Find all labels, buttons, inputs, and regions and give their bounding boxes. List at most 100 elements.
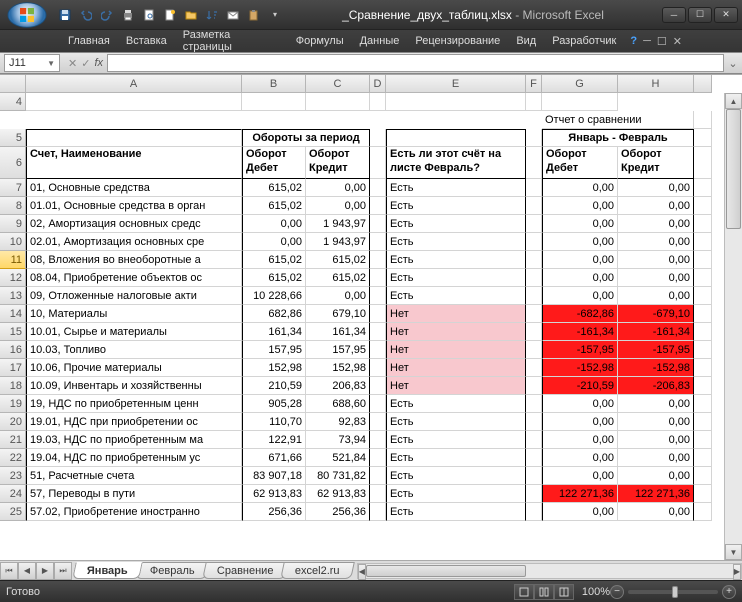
row-header[interactable]: 23: [0, 467, 26, 485]
cell[interactable]: [370, 413, 386, 431]
zoom-in-icon[interactable]: +: [722, 585, 736, 599]
mdi-close-icon[interactable]: ✕: [673, 35, 682, 48]
close-button[interactable]: ✕: [714, 7, 738, 23]
cell[interactable]: -157,95: [542, 341, 618, 359]
cell[interactable]: [526, 269, 542, 287]
header-cell[interactable]: [526, 147, 542, 179]
cell[interactable]: 0,00: [542, 431, 618, 449]
cell[interactable]: 10.03, Топливо: [26, 341, 242, 359]
cell[interactable]: [526, 233, 542, 251]
horizontal-scrollbar[interactable]: ◀ ▶: [357, 563, 742, 579]
cell[interactable]: 02, Амортизация основных средс: [26, 215, 242, 233]
cell[interactable]: 0,00: [618, 233, 694, 251]
cell[interactable]: [526, 251, 542, 269]
cell[interactable]: 0,00: [618, 413, 694, 431]
cell[interactable]: [526, 377, 542, 395]
cell[interactable]: [242, 93, 306, 111]
cell[interactable]: [386, 93, 526, 111]
cell[interactable]: 615,02: [306, 251, 370, 269]
cell[interactable]: 122,91: [242, 431, 306, 449]
header-cell[interactable]: [370, 147, 386, 179]
cell[interactable]: -161,34: [618, 323, 694, 341]
cell[interactable]: 110,70: [242, 413, 306, 431]
scroll-right-icon[interactable]: ▶: [733, 564, 741, 580]
ribbon-tab-pagelayout[interactable]: Разметка страницы: [175, 29, 288, 53]
cell[interactable]: Нет: [386, 377, 526, 395]
cell[interactable]: 0,00: [306, 179, 370, 197]
cell[interactable]: 08, Вложения во внеоборотные а: [26, 251, 242, 269]
row-header[interactable]: 14: [0, 305, 26, 323]
cell[interactable]: [386, 129, 526, 147]
qat-open-icon[interactable]: [182, 6, 200, 24]
qat-paste-icon[interactable]: [245, 6, 263, 24]
row-header[interactable]: 20: [0, 413, 26, 431]
header-cell[interactable]: Есть ли этот счёт на листе Февраль?: [386, 147, 526, 179]
zoom-slider[interactable]: [628, 590, 718, 594]
fx-icon[interactable]: fx: [94, 57, 103, 69]
sheet-nav-next-icon[interactable]: ▶: [36, 562, 54, 580]
cell[interactable]: 0,00: [542, 215, 618, 233]
cell[interactable]: [526, 215, 542, 233]
cell[interactable]: [526, 485, 542, 503]
cell[interactable]: [526, 305, 542, 323]
cell[interactable]: 157,95: [306, 341, 370, 359]
cell[interactable]: [370, 341, 386, 359]
cell[interactable]: [370, 93, 386, 111]
mdi-minimize-icon[interactable]: ─: [643, 35, 651, 48]
vscroll-thumb[interactable]: [726, 109, 741, 229]
cell[interactable]: 02.01, Амортизация основных сре: [26, 233, 242, 251]
cell[interactable]: 0,00: [618, 269, 694, 287]
cell[interactable]: [26, 93, 242, 111]
scroll-down-icon[interactable]: ▼: [725, 544, 742, 560]
cell[interactable]: 122 271,36: [618, 485, 694, 503]
cell[interactable]: 0,00: [242, 215, 306, 233]
cell[interactable]: 615,02: [242, 179, 306, 197]
cell[interactable]: [526, 449, 542, 467]
cell[interactable]: 1 943,97: [306, 233, 370, 251]
qat-print-icon[interactable]: [119, 6, 137, 24]
ribbon-tab-data[interactable]: Данные: [352, 35, 408, 47]
row-header[interactable]: 9: [0, 215, 26, 233]
cell[interactable]: 671,66: [242, 449, 306, 467]
cell[interactable]: [526, 359, 542, 377]
cell[interactable]: 152,98: [242, 359, 306, 377]
cell[interactable]: [370, 449, 386, 467]
cancel-formula-icon[interactable]: ✕: [68, 57, 77, 70]
cell[interactable]: [370, 269, 386, 287]
cell[interactable]: 10.06, Прочие материалы: [26, 359, 242, 377]
cell[interactable]: 0,00: [618, 179, 694, 197]
cell[interactable]: [526, 323, 542, 341]
cell[interactable]: 161,34: [306, 323, 370, 341]
scroll-left-icon[interactable]: ◀: [358, 564, 366, 580]
cell[interactable]: 57, Переводы в пути: [26, 485, 242, 503]
row-header[interactable]: 7: [0, 179, 26, 197]
ribbon-tab-formulas[interactable]: Формулы: [288, 35, 352, 47]
cell[interactable]: [370, 197, 386, 215]
ribbon-tab-view[interactable]: Вид: [508, 35, 544, 47]
cell[interactable]: 0,00: [542, 467, 618, 485]
cell[interactable]: [370, 467, 386, 485]
zoom-out-icon[interactable]: −: [610, 585, 624, 599]
cell[interactable]: [526, 467, 542, 485]
cell[interactable]: [526, 287, 542, 305]
cell[interactable]: Есть: [386, 395, 526, 413]
formula-input[interactable]: [107, 54, 724, 72]
ribbon-tab-review[interactable]: Рецензирование: [407, 35, 508, 47]
hscroll-thumb[interactable]: [366, 565, 526, 577]
cell[interactable]: 19.01, НДС при приобретении ос: [26, 413, 242, 431]
cell[interactable]: 0,00: [542, 287, 618, 305]
cell[interactable]: Нет: [386, 305, 526, 323]
name-box-dropdown-icon[interactable]: ▼: [47, 59, 55, 68]
cell[interactable]: [526, 503, 542, 521]
cell[interactable]: [370, 485, 386, 503]
qat-sort-icon[interactable]: [203, 6, 221, 24]
cell[interactable]: -210,59: [542, 377, 618, 395]
cell[interactable]: 19.03, НДС по приобретенным ма: [26, 431, 242, 449]
row-header[interactable]: 4: [0, 93, 26, 111]
enter-formula-icon[interactable]: ✓: [81, 57, 90, 70]
cell[interactable]: [526, 129, 542, 147]
cell[interactable]: 19.04, НДС по приобретенным ус: [26, 449, 242, 467]
cell[interactable]: 0,00: [542, 449, 618, 467]
cell[interactable]: 905,28: [242, 395, 306, 413]
col-header-B[interactable]: B: [242, 75, 306, 93]
